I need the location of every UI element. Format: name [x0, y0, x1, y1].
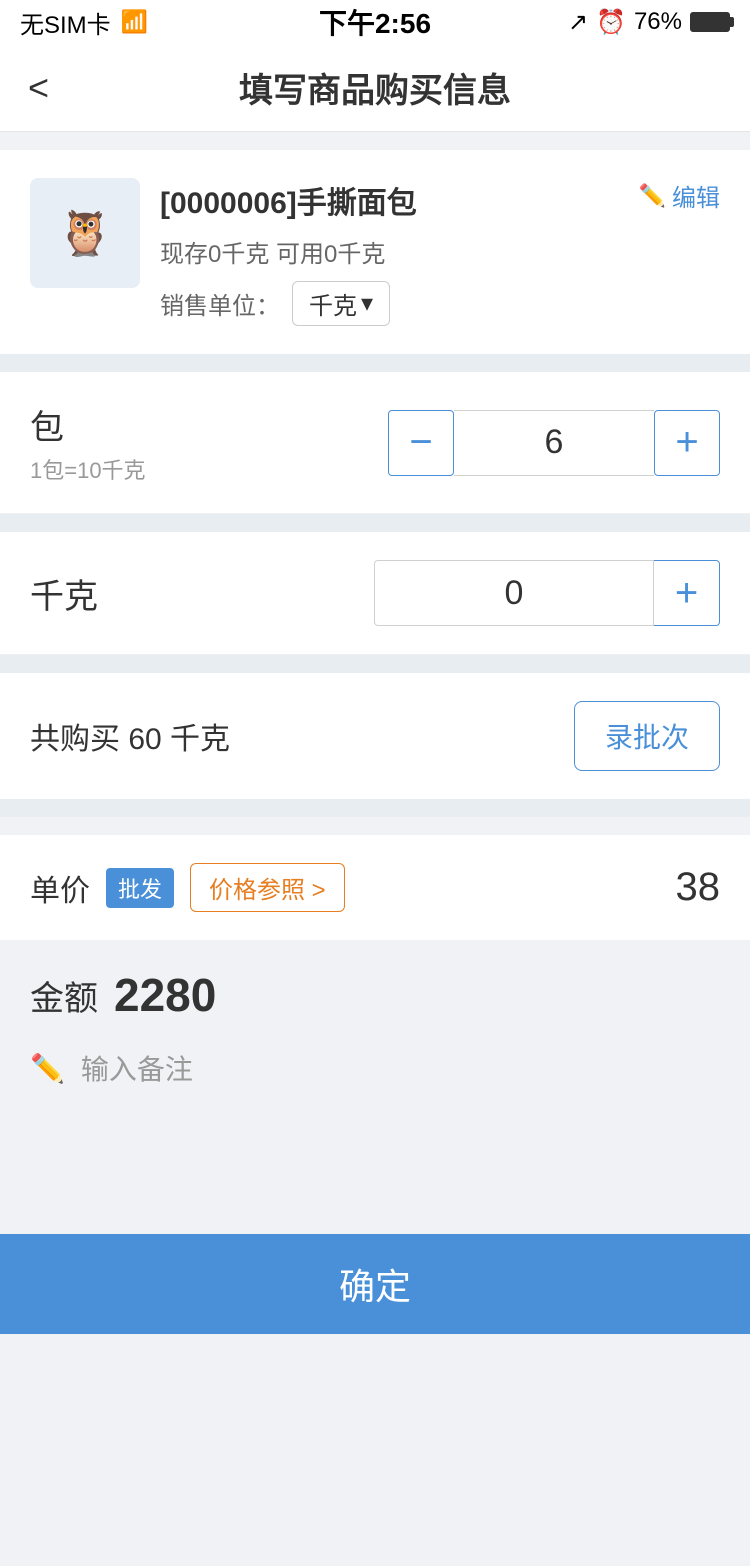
bag-label-sub: 1包=10千克 — [30, 453, 190, 485]
total-row: 共购买 60 千克 录批次 — [0, 673, 750, 799]
unit-label: 销售单位： — [160, 286, 280, 321]
remark-placeholder: 输入备注 — [81, 1048, 193, 1088]
page-title: 填写商品购买信息 — [239, 63, 511, 112]
bag-controls: − + — [190, 410, 720, 476]
section-divider-4 — [0, 799, 750, 817]
alarm-icon: ⏰ — [596, 8, 626, 37]
unit-value: 千克 — [309, 286, 357, 321]
unit-select[interactable]: 千克 ▾ — [292, 281, 390, 326]
bag-label-main: 包 — [30, 400, 190, 449]
price-tag: 批发 — [106, 868, 174, 908]
bag-input-row: 包 1包=10千克 − + — [0, 372, 750, 514]
product-unit: 销售单位： 千克 ▾ — [160, 281, 720, 326]
location-icon: ↗ — [568, 8, 588, 37]
edit-label: 编辑 — [672, 178, 720, 213]
edit-icon: ✏️ — [639, 183, 666, 209]
status-right: ↗ ⏰ 76% — [568, 8, 730, 37]
kg-quantity-input[interactable] — [374, 560, 654, 626]
product-image: 🦉 — [30, 178, 140, 288]
product-logo: 🦉 — [58, 207, 113, 259]
kg-plus-button[interactable]: + — [654, 560, 720, 626]
section-divider-1 — [0, 354, 750, 372]
batch-button[interactable]: 录批次 — [574, 701, 720, 771]
amount-label: 金额 — [30, 971, 98, 1020]
amount-row: 金额 2280 — [30, 968, 720, 1022]
bag-quantity-input[interactable] — [454, 410, 654, 476]
product-name: [0000006]手撕面包 — [160, 178, 720, 222]
product-card: 🦉 [0000006]手撕面包 现存0千克 可用0千克 销售单位： 千克 ▾ ✏… — [0, 150, 750, 354]
kg-label: 千克 — [30, 569, 190, 618]
price-row: 单价 批发 价格参照 > 38 — [30, 863, 720, 912]
kg-input-row: 千克 + — [0, 532, 750, 655]
edit-button[interactable]: ✏️ 编辑 — [639, 178, 720, 213]
confirm-button[interactable]: 确定 — [0, 1234, 750, 1334]
product-info: [0000006]手撕面包 现存0千克 可用0千克 销售单位： 千克 ▾ — [160, 178, 720, 326]
price-ref-button[interactable]: 价格参照 > — [190, 863, 345, 912]
price-section: 单价 批发 价格参照 > 38 — [0, 835, 750, 940]
battery-icon — [690, 12, 730, 32]
pencil-icon: ✏️ — [30, 1052, 65, 1085]
carrier-text: 无SIM卡 — [20, 5, 111, 40]
price-label: 单价 — [30, 866, 90, 910]
total-text: 共购买 60 千克 — [30, 714, 230, 758]
amount-value: 2280 — [114, 968, 216, 1022]
bag-plus-button[interactable]: + — [654, 410, 720, 476]
bag-input-section: 包 1包=10千克 − + — [0, 372, 750, 514]
status-bar: 无SIM卡 📶 下午2:56 ↗ ⏰ 76% — [0, 0, 750, 44]
status-left: 无SIM卡 📶 — [20, 5, 148, 40]
bag-label: 包 1包=10千克 — [30, 400, 190, 485]
section-divider-2 — [0, 514, 750, 532]
status-time: 下午2:56 — [319, 2, 431, 42]
chevron-down-icon: ▾ — [361, 289, 373, 318]
battery-text: 76% — [634, 8, 682, 36]
kg-label-main: 千克 — [30, 569, 190, 618]
nav-bar: < 填写商品购买信息 — [0, 44, 750, 132]
section-divider-3 — [0, 655, 750, 673]
kg-input-section: 千克 + — [0, 532, 750, 655]
kg-controls: + — [190, 560, 720, 626]
back-button[interactable]: < — [28, 67, 49, 109]
wifi-icon: 📶 — [121, 9, 148, 35]
price-value: 38 — [676, 865, 721, 910]
remark-row[interactable]: ✏️ 输入备注 — [30, 1038, 720, 1098]
confirm-label: 确定 — [339, 1258, 411, 1310]
product-stock: 现存0千克 可用0千克 — [160, 234, 720, 269]
amount-section: 金额 2280 ✏️ 输入备注 — [0, 940, 750, 1126]
bag-minus-button[interactable]: − — [388, 410, 454, 476]
